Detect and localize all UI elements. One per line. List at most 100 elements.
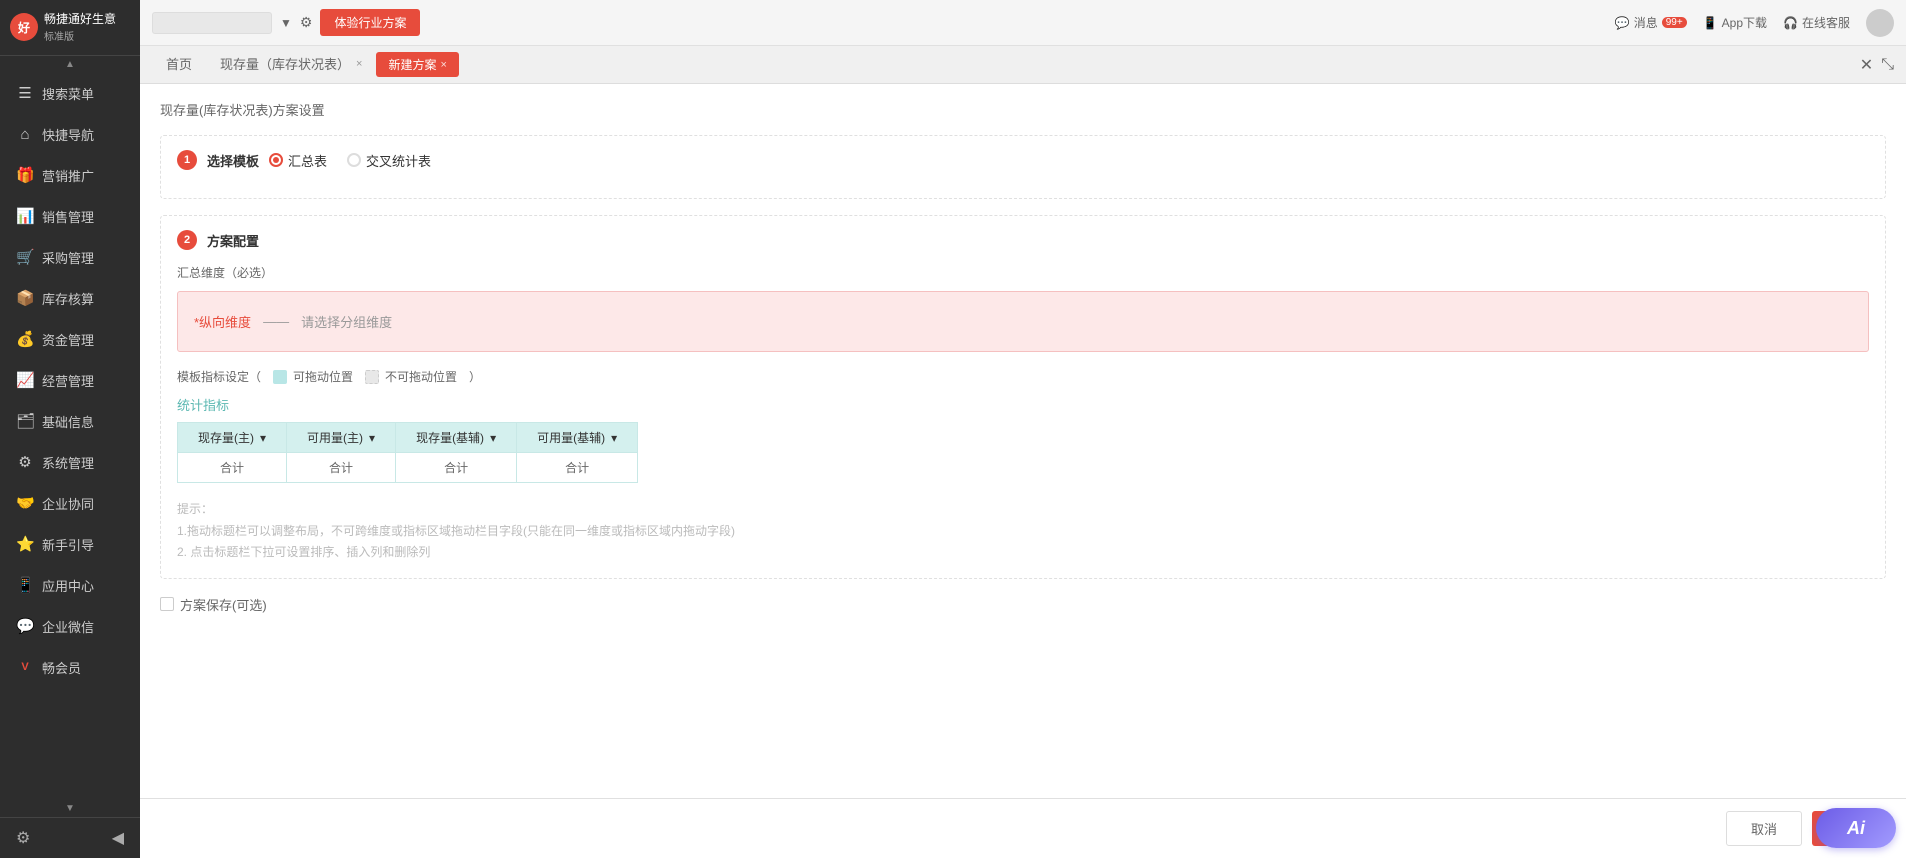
col-header-3-content: 可用量(基辅) ▾	[537, 429, 617, 446]
step2-title: 方案配置	[207, 231, 259, 250]
save-option-row: 方案保存(可选)	[160, 595, 1886, 614]
system-icon: ⚙	[16, 453, 34, 471]
col-header-3[interactable]: 可用量(基辅) ▾	[517, 423, 638, 453]
search-menu-icon: ☰	[16, 84, 34, 102]
col-1-label: 可用量(主)	[307, 429, 363, 446]
sidebar-item-member[interactable]: V 畅会员	[0, 647, 140, 688]
ai-label: Ai	[1847, 818, 1865, 839]
purchase-icon: 🛒	[16, 248, 34, 266]
dimension-area[interactable]: *纵向维度 —— 请选择分组维度	[177, 291, 1869, 352]
col-0-label: 现存量(主)	[198, 429, 254, 446]
sidebar: 好 畅捷通好生意 标准版 ▲ ☰ 搜索菜单 ⌂ 快捷导航 🎁 营销推广 📊 销售…	[0, 0, 140, 858]
guide-icon: ⭐	[16, 535, 34, 553]
cancel-button[interactable]: 取消	[1726, 811, 1802, 846]
topbar-right: 💬 消息 99+ 📱 App下载 🎧 在线客服	[1615, 9, 1894, 37]
topbar: ▼ ⚙ 体验行业方案 💬 消息 99+ 📱 App下载 🎧 在线客服	[140, 0, 1906, 46]
ai-bubble[interactable]: Ai	[1816, 808, 1896, 848]
col-header-0-content: 现存量(主) ▾	[198, 429, 266, 446]
table-data-row: 合计 合计 合计 合计	[178, 453, 638, 483]
sidebar-item-inventory-label: 库存核算	[42, 289, 94, 308]
sidebar-item-system-label: 系统管理	[42, 453, 94, 472]
step1-section: 1 选择模板 汇总表 交叉统计表	[160, 135, 1886, 199]
legend-not-draggable: 不可拖动位置	[365, 368, 457, 385]
col-2-label: 现存量(基辅)	[416, 429, 484, 446]
gear-icon[interactable]: ⚙	[300, 14, 313, 31]
sidebar-item-basic-info[interactable]: 🗂 基础信息	[0, 401, 140, 442]
member-icon: V	[16, 661, 34, 673]
sidebar-item-wechat[interactable]: 💬 企业微信	[0, 606, 140, 647]
sidebar-item-operations[interactable]: 📈 经营管理	[0, 360, 140, 401]
trial-btn[interactable]: 体验行业方案	[320, 9, 420, 36]
col-header-2-content: 现存量(基辅) ▾	[416, 429, 496, 446]
app-download-label: App下载	[1722, 14, 1767, 31]
tab-new-close-icon[interactable]: ×	[440, 59, 446, 71]
finance-icon: 💰	[16, 330, 34, 348]
dimension-placeholder: 请选择分组维度	[301, 312, 392, 331]
col-header-1-content: 可用量(主) ▾	[307, 429, 375, 446]
collapse-icon[interactable]: ◀	[112, 828, 124, 848]
col-header-1[interactable]: 可用量(主) ▾	[287, 423, 396, 453]
step1-badge: 1	[177, 150, 197, 170]
wechat-icon: 💬	[16, 617, 34, 635]
window-controls: ✕ ⤡	[1860, 55, 1894, 75]
dimension-dash: ——	[263, 314, 289, 329]
step1-title: 选择模板	[207, 151, 259, 170]
save-option-label: 方案保存(可选)	[180, 595, 267, 614]
sidebar-item-sales[interactable]: 📊 销售管理	[0, 196, 140, 237]
settings-icon[interactable]: ⚙	[16, 828, 30, 848]
scroll-up-arrow[interactable]: ▲	[0, 56, 140, 73]
appcenter-icon: 📱	[16, 576, 34, 594]
scroll-down-arrow[interactable]: ▼	[0, 800, 140, 817]
radio-summary-dot	[269, 153, 283, 167]
sidebar-item-enterprise[interactable]: 🤝 企业协同	[0, 483, 140, 524]
sidebar-item-appcenter[interactable]: 📱 应用中心	[0, 565, 140, 606]
avatar[interactable]	[1866, 9, 1894, 37]
window-close-icon[interactable]: ✕	[1860, 55, 1873, 75]
col-header-2[interactable]: 现存量(基辅) ▾	[396, 423, 517, 453]
sidebar-item-finance-label: 资金管理	[42, 330, 94, 349]
sidebar-item-search[interactable]: ☰ 搜索菜单	[0, 73, 140, 114]
message-btn[interactable]: 💬 消息 99+	[1615, 14, 1687, 31]
radio-cross-dot	[347, 153, 361, 167]
save-checkbox[interactable]	[160, 597, 174, 611]
tab-home[interactable]: 首页	[152, 46, 206, 83]
main-area: ▼ ⚙ 体验行业方案 💬 消息 99+ 📱 App下载 🎧 在线客服 首页	[140, 0, 1906, 858]
not-draggable-legend-text: 不可拖动位置	[385, 368, 457, 385]
window-expand-icon[interactable]: ⤡	[1881, 56, 1894, 74]
tab-new-plan[interactable]: 新建方案 ×	[376, 52, 458, 77]
stats-table: 现存量(主) ▾ 可用量(主) ▾	[177, 422, 638, 483]
app-edition: 标准版	[44, 28, 116, 43]
step1-header: 1 选择模板 汇总表 交叉统计表	[177, 150, 1869, 170]
sidebar-item-quicknav[interactable]: ⌂ 快捷导航	[0, 114, 140, 155]
sidebar-item-finance[interactable]: 💰 资金管理	[0, 319, 140, 360]
col-header-0[interactable]: 现存量(主) ▾	[178, 423, 287, 453]
online-service-btn[interactable]: 🎧 在线客服	[1783, 14, 1850, 31]
sidebar-item-quicknav-label: 快捷导航	[42, 125, 94, 144]
col-3-label: 可用量(基辅)	[537, 429, 605, 446]
sidebar-item-enterprise-label: 企业协同	[42, 494, 94, 513]
sidebar-item-marketing[interactable]: 🎁 营销推广	[0, 155, 140, 196]
search-input[interactable]	[152, 12, 272, 34]
message-icon: 💬	[1615, 16, 1630, 30]
tab-inventory-status[interactable]: 现存量（库存状况表） ×	[206, 46, 376, 83]
sidebar-item-inventory[interactable]: 📦 库存核算	[0, 278, 140, 319]
inventory-icon: 📦	[16, 289, 34, 307]
sidebar-item-guide[interactable]: ⭐ 新手引导	[0, 524, 140, 565]
radio-cross[interactable]: 交叉统计表	[347, 151, 431, 170]
tab-home-label: 首页	[166, 54, 192, 73]
app-download-btn[interactable]: 📱 App下载	[1703, 14, 1767, 31]
draggable-legend-box	[273, 370, 287, 384]
dropdown-arrow-icon[interactable]: ▼	[280, 16, 292, 30]
radio-cross-label: 交叉统计表	[366, 151, 431, 170]
radio-summary[interactable]: 汇总表	[269, 151, 327, 170]
tab-inventory-label: 现存量（库存状况表）	[220, 54, 350, 73]
sidebar-item-system[interactable]: ⚙ 系统管理	[0, 442, 140, 483]
sidebar-footer: ⚙ ◀	[0, 817, 140, 858]
table-header-row: 现存量(主) ▾ 可用量(主) ▾	[178, 423, 638, 453]
tab-inventory-close-icon[interactable]: ×	[356, 58, 362, 70]
sidebar-item-purchase[interactable]: 🛒 采购管理	[0, 237, 140, 278]
tab-new-plan-label: 新建方案	[388, 56, 436, 73]
message-badge: 99+	[1662, 17, 1687, 28]
app-logo: 好 畅捷通好生意 标准版	[0, 0, 140, 56]
sidebar-item-operations-label: 经营管理	[42, 371, 94, 390]
